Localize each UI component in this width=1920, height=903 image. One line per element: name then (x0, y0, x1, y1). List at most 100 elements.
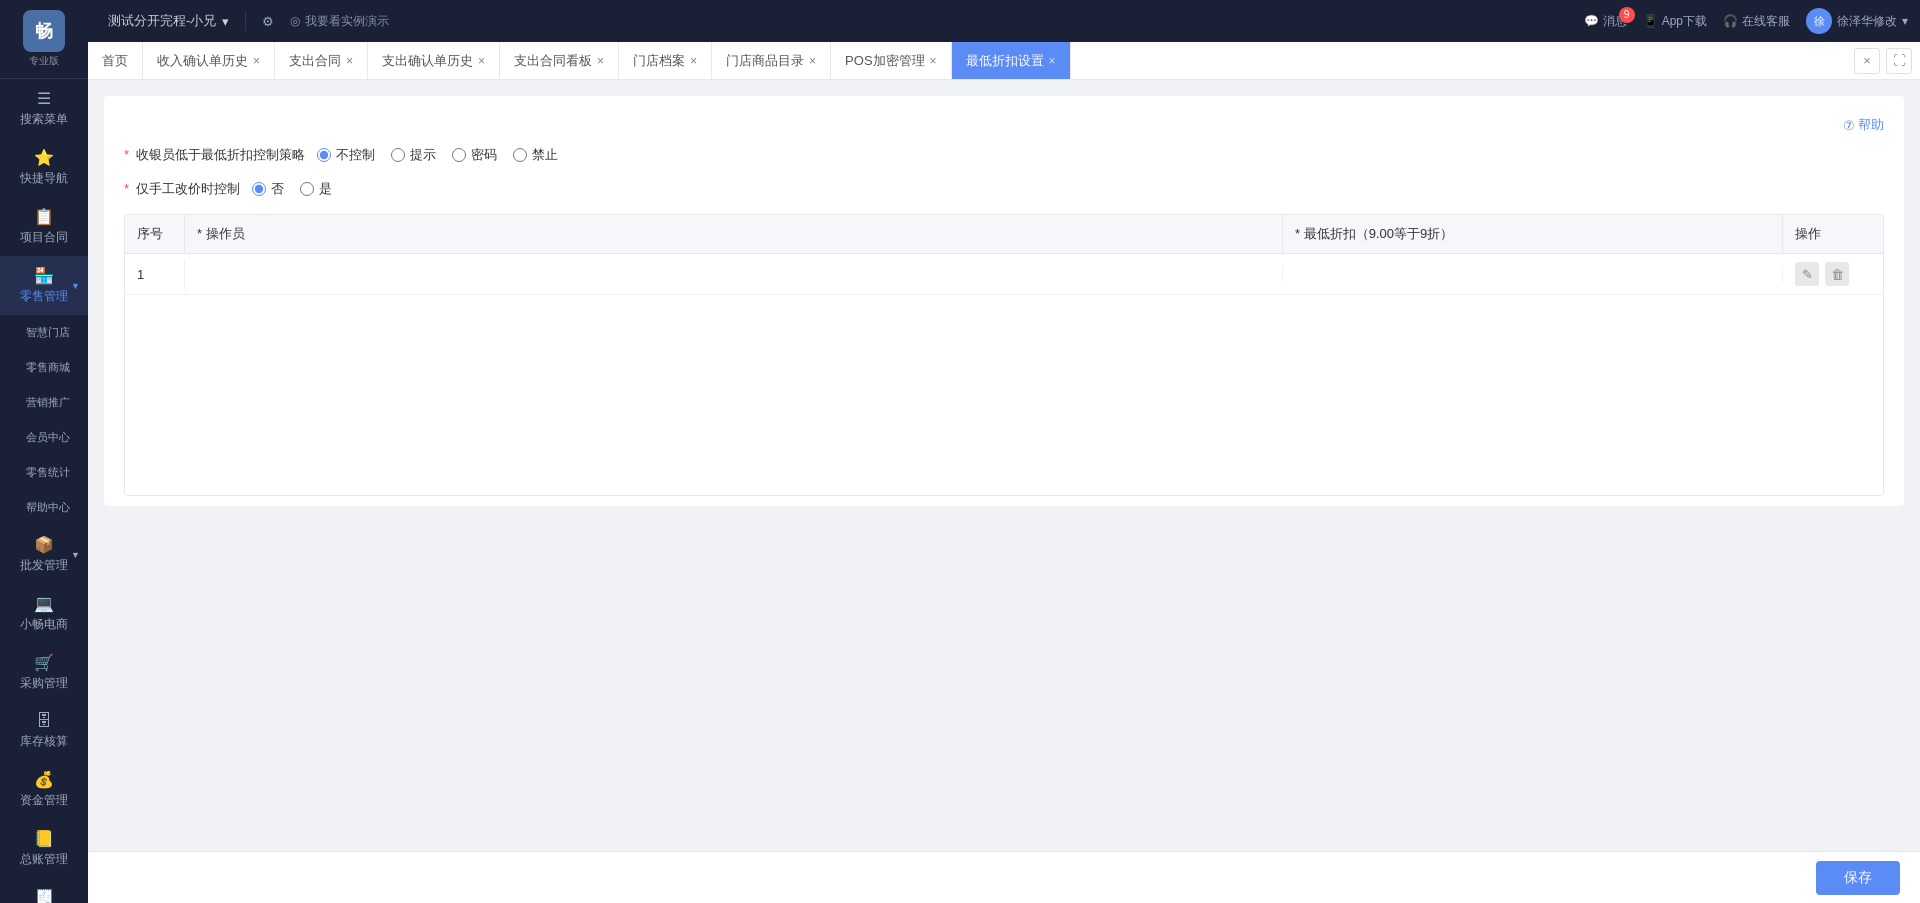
tab-pos-password[interactable]: POS加密管理 × (831, 42, 951, 80)
online-service-label: 在线客服 (1742, 13, 1790, 30)
tab-contract-board-close[interactable]: × (597, 54, 604, 68)
tab-close-button[interactable]: × (1854, 48, 1880, 74)
service-icon: 🎧 (1723, 14, 1738, 28)
table-empty-space (125, 295, 1883, 495)
help-center-label: 帮助中心 (26, 500, 70, 515)
sidebar-item-retail-stats[interactable]: 零售统计 (0, 455, 88, 490)
tab-income-history[interactable]: 收入确认单历史 × (143, 42, 275, 80)
tab-home-label: 首页 (102, 52, 128, 70)
sidebar-item-label: 项目合同 (20, 229, 68, 246)
sidebar-item-ecommerce[interactable]: 💻 小畅电商 (0, 584, 88, 643)
sidebar-item-search[interactable]: ☰ 搜索菜单 (0, 79, 88, 138)
tab-store-products[interactable]: 门店商品目录 × (712, 42, 831, 80)
forbid-label: 禁止 (532, 146, 558, 164)
radio-hint[interactable]: 提示 (391, 146, 436, 164)
user-menu[interactable]: 徐 徐泽华修改 ▾ (1806, 8, 1908, 34)
sidebar-item-member[interactable]: 会员中心 (0, 420, 88, 455)
policy-row: * 收银员低于最低折扣控制策略 不控制 提示 密码 (124, 146, 1884, 164)
sidebar-item-purchase[interactable]: 🛒 采购管理 (0, 643, 88, 702)
required-star: * (124, 147, 129, 162)
edit-row-button[interactable]: ✎ (1795, 262, 1819, 286)
tab-store-products-label: 门店商品目录 (726, 52, 804, 70)
sidebar-item-marketing[interactable]: 营销推广 (0, 385, 88, 420)
demo-circle-icon: ◎ (290, 14, 300, 28)
tab-income-history-label: 收入确认单历史 (157, 52, 248, 70)
tab-contract-close[interactable]: × (346, 54, 353, 68)
ledger-icon: 📒 (34, 829, 54, 848)
sidebar: 畅 专业版 ☰ 搜索菜单 ⭐ 快捷导航 📋 项目合同 🏪 零售管理 ▼ 智慧门店… (0, 0, 88, 903)
required-star-2: * (124, 181, 129, 196)
manual-label: * 仅手工改价时控制 (124, 180, 240, 198)
sidebar-item-smart-store[interactable]: 智慧门店 (0, 315, 88, 350)
app-version-label: 专业版 (29, 54, 59, 68)
yes-label: 是 (319, 180, 332, 198)
tab-home[interactable]: 首页 (88, 42, 143, 80)
col-action: 操作 (1783, 215, 1883, 253)
wholesale-icon: 📦 (34, 535, 54, 554)
project-name: 测试分开完程-小兄 (108, 12, 216, 30)
purchase-icon: 🛒 (34, 653, 54, 672)
sidebar-item-wholesale[interactable]: 📦 批发管理 ▼ (0, 525, 88, 584)
radio-password[interactable]: 密码 (452, 146, 497, 164)
tab-income-history-close[interactable]: × (253, 54, 260, 68)
help-link[interactable]: ⑦ 帮助 (1843, 116, 1884, 134)
tab-contract[interactable]: 支出合同 × (275, 42, 368, 80)
cell-seq: 1 (125, 259, 185, 290)
project-selector[interactable]: 测试分开完程-小兄 ▾ (100, 8, 237, 34)
demo-label: 我要看实例演示 (305, 13, 389, 30)
sidebar-item-help[interactable]: 帮助中心 (0, 490, 88, 525)
delete-row-button[interactable]: 🗑 (1825, 262, 1849, 286)
message-button[interactable]: 💬 消息 9 (1584, 13, 1627, 30)
password-label: 密码 (471, 146, 497, 164)
app-download-button[interactable]: 📱 App下载 (1643, 13, 1707, 30)
online-service-button[interactable]: 🎧 在线客服 (1723, 13, 1790, 30)
col-seq: 序号 (125, 215, 185, 253)
sidebar-item-invoice[interactable]: 🧾 发票管理 (0, 878, 88, 903)
sidebar-logo: 畅 专业版 (0, 0, 88, 79)
tab-store-files[interactable]: 门店档案 × (619, 42, 712, 80)
sidebar-item-finance[interactable]: 💰 资金管理 (0, 760, 88, 819)
tab-contract-board[interactable]: 支出合同看板 × (500, 42, 619, 80)
no-label: 否 (271, 180, 284, 198)
sidebar-item-ledger[interactable]: 📒 总账管理 (0, 819, 88, 878)
sidebar-item-retail[interactable]: 🏪 零售管理 ▼ (0, 256, 88, 315)
tab-pos-password-close[interactable]: × (930, 54, 937, 68)
tab-expense-history-close[interactable]: × (478, 54, 485, 68)
sidebar-item-inventory[interactable]: 🗄 库存核算 (0, 702, 88, 760)
tab-min-discount[interactable]: 最低折扣设置 × (952, 42, 1071, 80)
manual-radio-group: 否 是 (252, 180, 332, 198)
topbar: 测试分开完程-小兄 ▾ ⚙ ◎ 我要看实例演示 💬 消息 9 📱 App下载 🎧… (88, 0, 1920, 42)
tab-expense-history[interactable]: 支出确认单历史 × (368, 42, 500, 80)
sidebar-item-contract[interactable]: 📋 项目合同 (0, 197, 88, 256)
content-area: ⑦ 帮助 * 收银员低于最低折扣控制策略 不控制 提示 (88, 80, 1920, 851)
demo-link[interactable]: ◎ 我要看实例演示 (290, 13, 389, 30)
topbar-settings-button[interactable]: ⚙ (254, 7, 282, 35)
tabs-actions: × ⛶ (1854, 48, 1920, 74)
tab-store-products-close[interactable]: × (809, 54, 816, 68)
sidebar-item-shortcut[interactable]: ⭐ 快捷导航 (0, 138, 88, 197)
tab-min-discount-close[interactable]: × (1049, 54, 1056, 68)
arrow-icon: ▼ (71, 281, 80, 291)
hint-label: 提示 (410, 146, 436, 164)
radio-yes[interactable]: 是 (300, 180, 332, 198)
radio-forbid[interactable]: 禁止 (513, 146, 558, 164)
tab-store-files-close[interactable]: × (690, 54, 697, 68)
ecommerce-label: 小畅电商 (20, 616, 68, 633)
purchase-label: 采购管理 (20, 675, 68, 692)
policy-label: * 收银员低于最低折扣控制策略 (124, 146, 305, 164)
tab-pos-password-label: POS加密管理 (845, 52, 924, 70)
sidebar-item-retail-mall[interactable]: 零售商城 (0, 350, 88, 385)
col-min-discount: * 最低折扣（9.00等于9折） (1283, 215, 1783, 253)
sidebar-item-label: 快捷导航 (20, 170, 68, 187)
retail-mall-label: 零售商城 (26, 360, 70, 375)
sidebar-item-label: 搜索菜单 (20, 111, 68, 128)
retail-stats-label: 零售统计 (26, 465, 70, 480)
smart-store-label: 智慧门店 (26, 325, 70, 340)
settings-gear-icon: ⚙ (262, 14, 274, 29)
radio-no[interactable]: 否 (252, 180, 284, 198)
radio-no-control[interactable]: 不控制 (317, 146, 375, 164)
save-button[interactable]: 保存 (1816, 861, 1900, 895)
finance-icon: 💰 (34, 770, 54, 789)
tab-expand-button[interactable]: ⛶ (1886, 48, 1912, 74)
row-actions: ✎ 🗑 (1795, 262, 1871, 286)
